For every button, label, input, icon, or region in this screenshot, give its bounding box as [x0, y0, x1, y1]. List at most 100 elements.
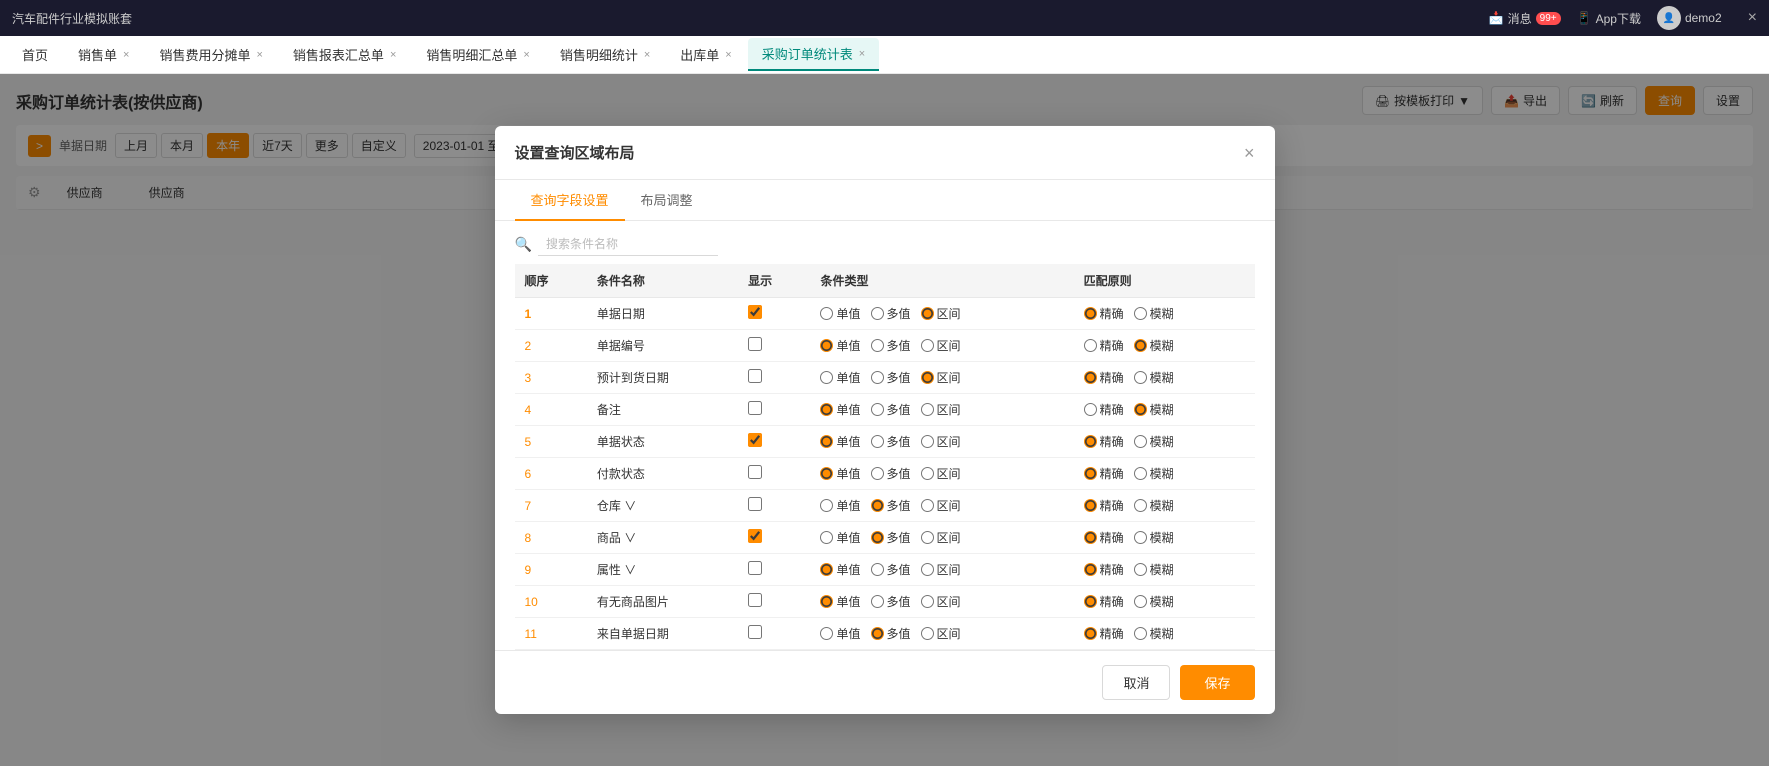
type-radio-input[interactable] [871, 403, 884, 416]
type-radio-label[interactable]: 单值 [820, 561, 860, 578]
cancel-button[interactable]: 取消 [1102, 665, 1170, 700]
dialog-tab-layout[interactable]: 布局调整 [625, 180, 709, 221]
display-checkbox[interactable] [748, 433, 762, 447]
type-radio-label[interactable]: 多值 [871, 561, 911, 578]
type-radio-label[interactable]: 多值 [871, 401, 911, 418]
match-radio-label[interactable]: 精确 [1084, 401, 1124, 418]
tab-sales-expense-close[interactable]: × [256, 49, 262, 61]
type-radio-label[interactable]: 单值 [820, 529, 860, 546]
tab-purchase-stats[interactable]: 采购订单统计表 × [748, 38, 879, 71]
match-radio-input[interactable] [1084, 339, 1097, 352]
match-radio-input[interactable] [1134, 467, 1147, 480]
type-radio-input[interactable] [820, 467, 833, 480]
match-radio-label[interactable]: 模糊 [1134, 529, 1174, 546]
match-radio-input[interactable] [1084, 307, 1097, 320]
tab-sales-report[interactable]: 销售报表汇总单 × [279, 39, 410, 70]
tab-sales-report-close[interactable]: × [390, 49, 396, 61]
top-close-button[interactable]: × [1748, 9, 1757, 27]
match-radio-label[interactable]: 模糊 [1134, 465, 1174, 482]
match-radio-input[interactable] [1134, 339, 1147, 352]
match-radio-label[interactable]: 模糊 [1134, 305, 1174, 322]
type-radio-label[interactable]: 区间 [921, 369, 961, 386]
tab-sales-stats[interactable]: 销售明细统计 × [546, 39, 664, 70]
type-radio-label[interactable]: 区间 [921, 305, 961, 322]
display-checkbox[interactable] [748, 497, 762, 511]
match-radio-label[interactable]: 精确 [1084, 337, 1124, 354]
match-radio-input[interactable] [1134, 307, 1147, 320]
type-radio-input[interactable] [921, 627, 934, 640]
display-checkbox[interactable] [748, 561, 762, 575]
type-radio-label[interactable]: 单值 [820, 337, 860, 354]
save-button[interactable]: 保存 [1180, 665, 1254, 700]
match-radio-input[interactable] [1084, 595, 1097, 608]
type-radio-input[interactable] [820, 435, 833, 448]
dialog-close-button[interactable]: × [1244, 144, 1255, 162]
match-radio-label[interactable]: 精确 [1084, 625, 1124, 642]
tab-sales-order-close[interactable]: × [123, 49, 129, 61]
type-radio-input[interactable] [871, 371, 884, 384]
type-radio-input[interactable] [921, 403, 934, 416]
type-radio-input[interactable] [871, 499, 884, 512]
match-radio-label[interactable]: 模糊 [1134, 337, 1174, 354]
match-radio-input[interactable] [1084, 627, 1097, 640]
display-checkbox[interactable] [748, 465, 762, 479]
type-radio-label[interactable]: 区间 [921, 401, 961, 418]
tab-sales-detail-close[interactable]: × [523, 49, 529, 61]
match-radio-input[interactable] [1084, 371, 1097, 384]
type-radio-label[interactable]: 单值 [820, 305, 860, 322]
type-radio-input[interactable] [871, 307, 884, 320]
type-radio-label[interactable]: 区间 [921, 625, 961, 642]
type-radio-input[interactable] [820, 563, 833, 576]
tab-outbound[interactable]: 出库单 × [666, 39, 745, 70]
display-checkbox[interactable] [748, 337, 762, 351]
type-radio-input[interactable] [921, 371, 934, 384]
match-radio-input[interactable] [1134, 403, 1147, 416]
type-radio-label[interactable]: 单值 [820, 401, 860, 418]
match-radio-input[interactable] [1084, 403, 1097, 416]
type-radio-input[interactable] [820, 339, 833, 352]
match-radio-label[interactable]: 精确 [1084, 433, 1124, 450]
type-radio-label[interactable]: 多值 [871, 593, 911, 610]
tab-sales-stats-close[interactable]: × [644, 49, 650, 61]
type-radio-input[interactable] [921, 499, 934, 512]
match-radio-label[interactable]: 精确 [1084, 305, 1124, 322]
match-radio-input[interactable] [1134, 371, 1147, 384]
user-section[interactable]: 👤 demo2 [1657, 6, 1722, 30]
display-checkbox[interactable] [748, 529, 762, 543]
type-radio-input[interactable] [820, 531, 833, 544]
type-radio-label[interactable]: 单值 [820, 625, 860, 642]
display-checkbox[interactable] [748, 369, 762, 383]
match-radio-input[interactable] [1134, 435, 1147, 448]
type-radio-input[interactable] [871, 339, 884, 352]
type-radio-label[interactable]: 多值 [871, 625, 911, 642]
match-radio-input[interactable] [1134, 499, 1147, 512]
type-radio-label[interactable]: 单值 [820, 465, 860, 482]
tab-sales-detail[interactable]: 销售明细汇总单 × [412, 39, 543, 70]
type-radio-input[interactable] [871, 595, 884, 608]
type-radio-label[interactable]: 多值 [871, 305, 911, 322]
display-checkbox[interactable] [748, 625, 762, 639]
dialog-tab-query-fields[interactable]: 查询字段设置 [515, 180, 625, 221]
type-radio-input[interactable] [820, 595, 833, 608]
type-radio-input[interactable] [871, 627, 884, 640]
type-radio-label[interactable]: 多值 [871, 529, 911, 546]
tab-sales-order[interactable]: 销售单 × [64, 39, 143, 70]
type-radio-label[interactable]: 单值 [820, 433, 860, 450]
notification-section[interactable]: 📩 消息 99+ [1489, 10, 1561, 27]
type-radio-input[interactable] [820, 627, 833, 640]
match-radio-input[interactable] [1084, 435, 1097, 448]
match-radio-label[interactable]: 模糊 [1134, 625, 1174, 642]
match-radio-input[interactable] [1084, 531, 1097, 544]
type-radio-label[interactable]: 区间 [921, 593, 961, 610]
display-checkbox[interactable] [748, 593, 762, 607]
match-radio-label[interactable]: 精确 [1084, 497, 1124, 514]
match-radio-label[interactable]: 模糊 [1134, 561, 1174, 578]
match-radio-input[interactable] [1084, 467, 1097, 480]
type-radio-input[interactable] [871, 531, 884, 544]
type-radio-input[interactable] [921, 531, 934, 544]
type-radio-label[interactable]: 单值 [820, 497, 860, 514]
tab-outbound-close[interactable]: × [725, 49, 731, 61]
match-radio-label[interactable]: 模糊 [1134, 593, 1174, 610]
type-radio-input[interactable] [921, 339, 934, 352]
type-radio-input[interactable] [871, 467, 884, 480]
